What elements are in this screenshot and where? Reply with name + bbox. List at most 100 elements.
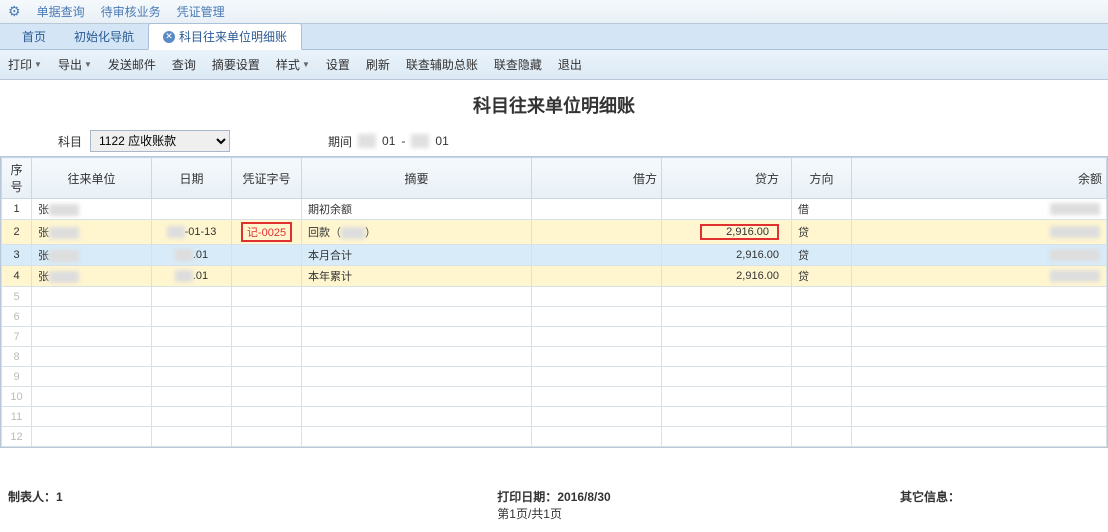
cell-seq: 4	[2, 266, 32, 287]
cell-summary: 本年累计	[302, 266, 532, 287]
blur-mask	[358, 134, 376, 148]
credit-highlight: 2,916.00	[700, 224, 779, 240]
voucher-highlight: 记-0025	[241, 222, 292, 242]
cell-date: -01-13	[152, 220, 232, 245]
col-seq[interactable]: 序号	[2, 158, 32, 199]
table-row[interactable]: 12	[2, 427, 1107, 447]
export-button[interactable]: 导出▼	[58, 56, 92, 73]
toolbar: 打印▼ 导出▼ 发送邮件 查询 摘要设置 样式▼ 设置 刷新 联查辅助总账 联查…	[0, 50, 1108, 80]
table-row[interactable]: 4 张 .01 本年累计 2,916.00 贷	[2, 266, 1107, 287]
settings-button[interactable]: 设置	[326, 56, 350, 73]
cell-seq: 10	[2, 387, 32, 407]
cell-voucher: 记-0025	[232, 220, 302, 245]
cell-seq: 2	[2, 220, 32, 245]
cell-dir: 贷	[792, 220, 852, 245]
subject-label: 科目	[58, 133, 82, 150]
period-label: 期间	[328, 133, 352, 150]
col-unit[interactable]: 往来单位	[32, 158, 152, 199]
col-debit[interactable]: 借方	[532, 158, 662, 199]
cell-balance	[852, 245, 1107, 266]
ledger-table: 序号 往来单位 日期 凭证字号 摘要 借方 贷方 方向 余额 1 张 期初余额 …	[1, 157, 1107, 447]
cell-balance	[852, 266, 1107, 287]
cell-unit: 张	[32, 245, 152, 266]
tab-bar: 首页 初始化导航 ✕ 科目往来单位明细账	[0, 24, 1108, 50]
table-row[interactable]: 1 张 期初余额 借	[2, 199, 1107, 220]
footer-other: 其它信息：	[900, 488, 1100, 522]
cell-credit: 2,916.00	[662, 266, 792, 287]
table-row[interactable]: 2 张 -01-13 记-0025 回款（） 2,916.00 贷	[2, 220, 1107, 245]
period-start: 01	[382, 134, 395, 148]
style-button[interactable]: 样式▼	[276, 56, 310, 73]
cell-seq: 6	[2, 307, 32, 327]
nav-pending-audit[interactable]: 待审核业务	[101, 3, 161, 20]
cell-seq: 9	[2, 367, 32, 387]
summary-set-button[interactable]: 摘要设置	[212, 56, 260, 73]
col-dir[interactable]: 方向	[792, 158, 852, 199]
top-nav: ⚙ 单据查询 待审核业务 凭证管理	[0, 0, 1108, 24]
chevron-down-icon: ▼	[302, 60, 310, 69]
cell-unit: 张	[32, 266, 152, 287]
cell-seq: 11	[2, 407, 32, 427]
exit-button[interactable]: 退出	[558, 56, 582, 73]
gear-icon[interactable]: ⚙	[8, 3, 21, 20]
cell-summary: 期初余额	[302, 199, 532, 220]
tab-home[interactable]: 首页	[8, 24, 60, 49]
cell-seq: 8	[2, 347, 32, 367]
table-row[interactable]: 11	[2, 407, 1107, 427]
nav-voucher-manage[interactable]: 凭证管理	[177, 3, 225, 20]
page-title: 科目往来单位明细账	[0, 80, 1108, 126]
print-button[interactable]: 打印▼	[8, 56, 42, 73]
col-credit[interactable]: 贷方	[662, 158, 792, 199]
send-mail-button[interactable]: 发送邮件	[108, 56, 156, 73]
filter-bar: 科目 1122 应收账款 期间 01 - 01	[0, 126, 1108, 156]
cell-date: .01	[152, 266, 232, 287]
table-row[interactable]: 3 张 .01 本月合计 2,916.00 贷	[2, 245, 1107, 266]
aux-ledger-button[interactable]: 联查辅助总账	[406, 56, 478, 73]
cell-voucher	[232, 266, 302, 287]
table-row[interactable]: 6	[2, 307, 1107, 327]
table-row[interactable]: 8	[2, 347, 1107, 367]
cell-credit	[662, 199, 792, 220]
table-row[interactable]: 9	[2, 367, 1107, 387]
tab-init-nav[interactable]: 初始化导航	[60, 24, 148, 49]
period-sep: -	[401, 134, 405, 148]
table-wrapper: 序号 往来单位 日期 凭证字号 摘要 借方 贷方 方向 余额 1 张 期初余额 …	[0, 156, 1108, 448]
cell-debit	[532, 266, 662, 287]
col-date[interactable]: 日期	[152, 158, 232, 199]
query-button[interactable]: 查询	[172, 56, 196, 73]
footer-maker: 制表人：1	[8, 488, 208, 522]
cell-unit: 张	[32, 220, 152, 245]
table-row[interactable]: 5	[2, 287, 1107, 307]
col-balance[interactable]: 余额	[852, 158, 1107, 199]
cell-voucher	[232, 245, 302, 266]
footer-print-info: 打印日期：2016/8/30 第1页/共1页	[497, 488, 610, 522]
col-voucher[interactable]: 凭证字号	[232, 158, 302, 199]
table-row[interactable]: 7	[2, 327, 1107, 347]
cell-unit: 张	[32, 199, 152, 220]
cell-voucher	[232, 199, 302, 220]
col-summary[interactable]: 摘要	[302, 158, 532, 199]
close-icon[interactable]: ✕	[163, 31, 175, 43]
tab-label: 科目往来单位明细账	[179, 28, 287, 45]
cell-summary: 本月合计	[302, 245, 532, 266]
cell-dir: 借	[792, 199, 852, 220]
refresh-button[interactable]: 刷新	[366, 56, 390, 73]
chevron-down-icon: ▼	[34, 60, 42, 69]
subject-select[interactable]: 1122 应收账款	[90, 130, 230, 152]
period-end: 01	[435, 134, 448, 148]
cell-credit: 2,916.00	[662, 245, 792, 266]
cell-debit	[532, 245, 662, 266]
nav-bill-query[interactable]: 单据查询	[37, 3, 85, 20]
cell-date: .01	[152, 245, 232, 266]
table-row[interactable]: 10	[2, 387, 1107, 407]
cell-balance	[852, 220, 1107, 245]
cell-seq: 12	[2, 427, 32, 447]
cell-balance	[852, 199, 1107, 220]
cell-credit: 2,916.00	[662, 220, 792, 245]
cell-date	[152, 199, 232, 220]
tab-ledger-detail[interactable]: ✕ 科目往来单位明细账	[148, 23, 302, 50]
cell-dir: 贷	[792, 266, 852, 287]
cell-seq: 3	[2, 245, 32, 266]
hide-button[interactable]: 联查隐藏	[494, 56, 542, 73]
cell-dir: 贷	[792, 245, 852, 266]
